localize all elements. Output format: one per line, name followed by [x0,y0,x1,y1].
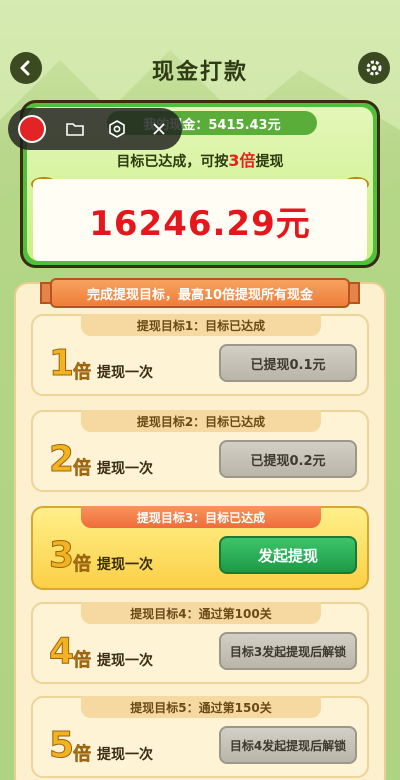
goal-tag: 提现目标2：目标已达成 [81,410,321,432]
withdraw-amount: 16246.29元 [89,203,311,244]
goal-multiplier: 4 [48,631,75,672]
screen-recorder-toolbar [8,108,182,150]
target-status-line: 目标已达成，可按3倍提现 [27,147,373,171]
gear-icon [366,60,382,76]
goal-tag: 提现目标4：通过第100关 [81,602,321,624]
withdrawn-button[interactable]: 已提现0.1元 [219,344,357,382]
locked-button[interactable]: 目标4发起提现后解锁 [219,726,357,764]
goal-multiplier: 2 [48,439,75,480]
goal-multiplier-unit: 倍 [73,458,92,480]
goal-banner-text: 完成提现目标，最高10倍提现所有现金 [86,287,314,303]
withdrawn-button[interactable]: 已提现0.2元 [219,440,357,478]
start-withdraw-button[interactable]: 发起提现 [219,536,357,574]
goal-once-label: 提现一次 [97,653,153,669]
folder-icon[interactable] [64,118,86,140]
goal-multiplier: 1 [48,343,75,384]
target-multiplier: 3倍 [228,151,256,170]
goal-multiplier: 3 [48,535,75,576]
page-title: 现金打款 [151,60,248,85]
withdraw-amount-box: 16246.29元 [33,179,367,261]
record-dot-icon[interactable] [18,115,46,143]
goal-multiplier-unit: 倍 [73,650,92,672]
goal-card-5: 提现目标5：通过第150关 5 倍 提现一次 目标4发起提现后解锁 [31,696,369,778]
goal-card-1: 提现目标1：目标已达成 1 倍 提现一次 已提现0.1元 [31,314,369,396]
header: 现金打款 [0,40,400,96]
target-suffix: 提现 [255,154,284,170]
goal-card-2: 提现目标2：目标已达成 2 倍 提现一次 已提现0.2元 [31,410,369,492]
goal-tag: 提现目标5：通过第150关 [81,696,321,718]
goal-once-label: 提现一次 [97,365,153,381]
goal-multiplier-unit: 倍 [73,554,92,576]
goal-tag: 提现目标1：目标已达成 [81,314,321,336]
goal-multiplier: 5 [48,725,75,766]
locked-button[interactable]: 目标3发起提现后解锁 [219,632,357,670]
goal-once-label: 提现一次 [97,461,153,477]
goal-multiplier-unit: 倍 [73,744,92,766]
goal-card-3: 提现目标3：目标已达成 3 倍 提现一次 发起提现 [31,506,369,590]
goal-once-label: 提现一次 [97,557,153,573]
close-icon[interactable] [148,118,170,140]
settings-button[interactable] [358,52,390,84]
goal-once-label: 提现一次 [97,747,153,763]
camera-icon[interactable] [106,118,128,140]
goal-banner: 完成提现目标，最高10倍提现所有现金 [50,278,350,308]
target-prefix: 目标已达成，可按 [116,154,229,170]
goal-multiplier-unit: 倍 [73,362,92,384]
goal-tag: 提现目标3：目标已达成 [81,506,321,528]
goal-card-4: 提现目标4：通过第100关 4 倍 提现一次 目标3发起提现后解锁 [31,602,369,684]
